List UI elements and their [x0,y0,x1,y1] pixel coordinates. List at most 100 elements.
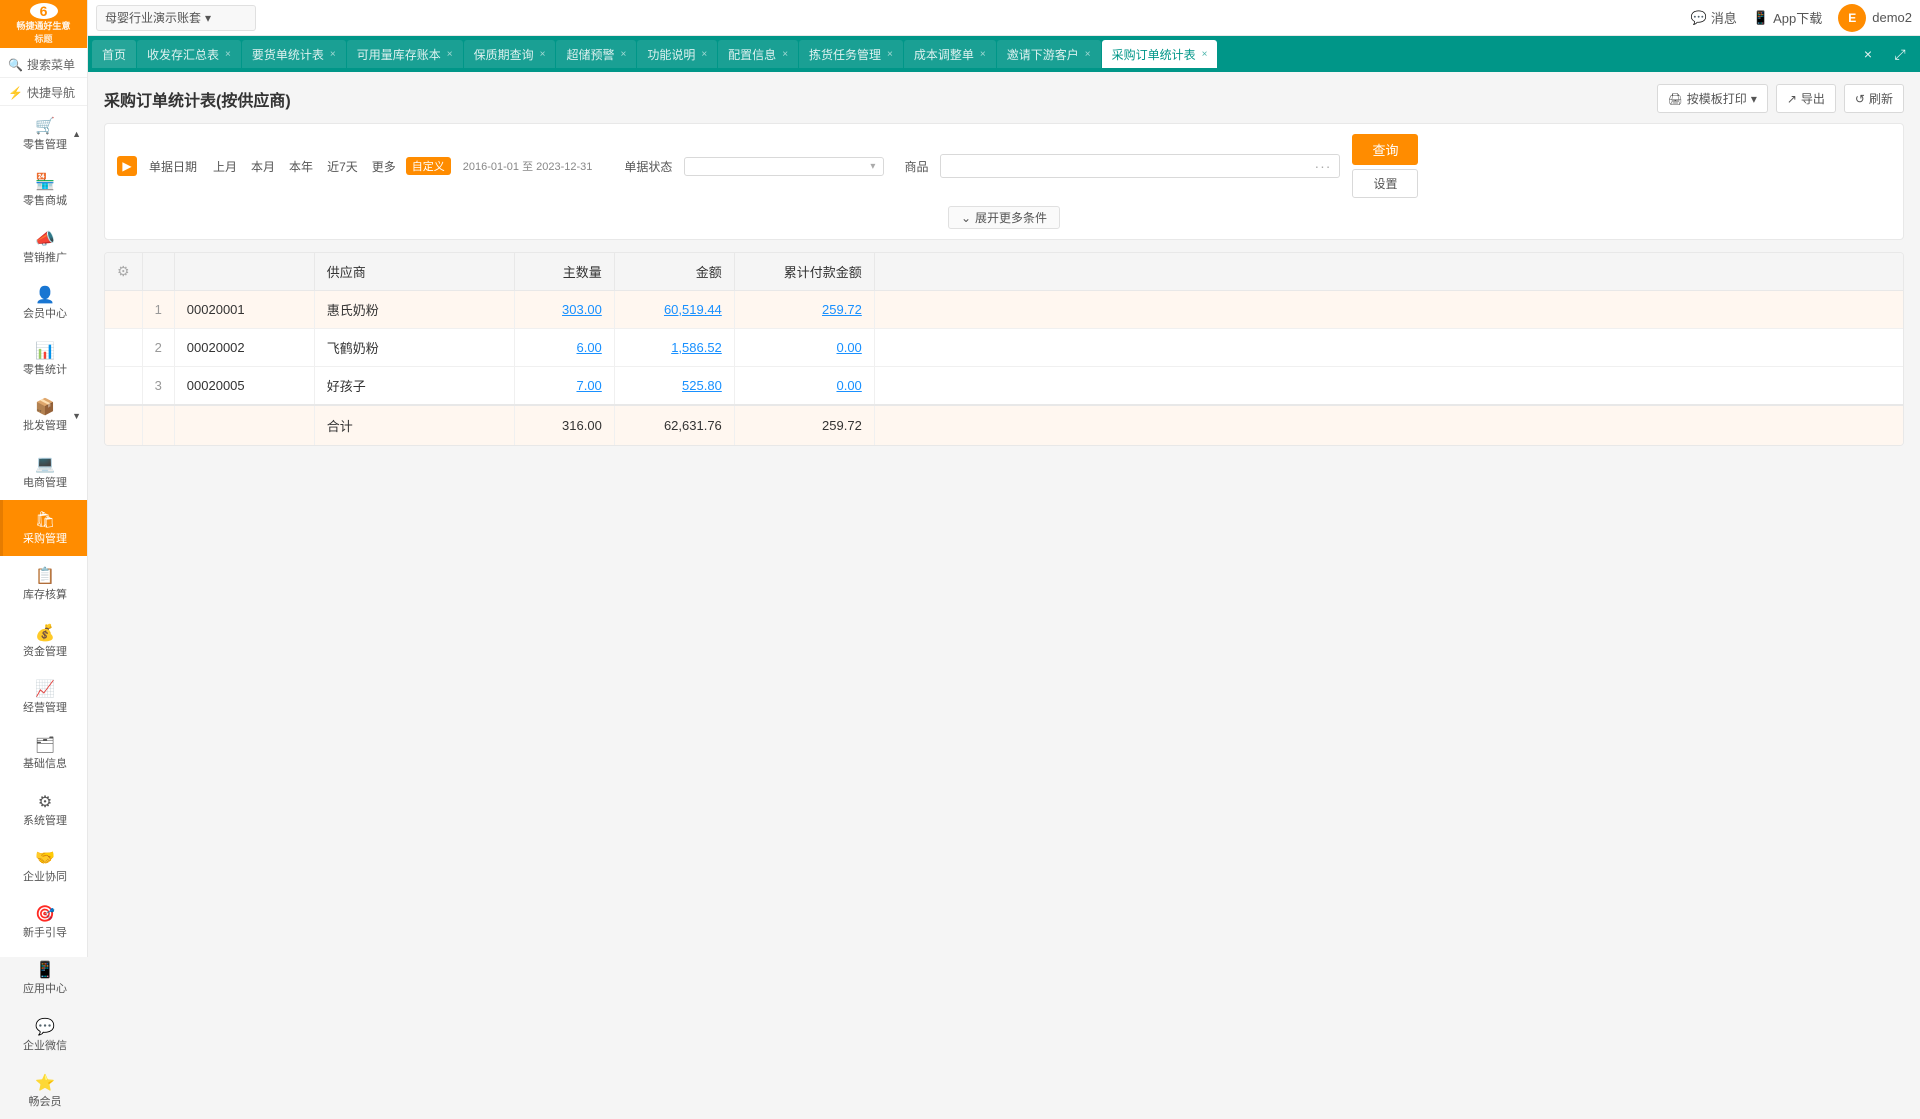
close-icon[interactable]: × [330,49,336,60]
quicknav-label: 快捷导航 [27,84,75,101]
sidebar-item-appstore[interactable]: 📱 应用中心 [0,950,87,1006]
tab-label: 邀请下游客户 [1007,46,1079,63]
sidebar-item-wholesale[interactable]: 📦 批发管理 ▼ [0,387,87,443]
close-icon[interactable]: × [1085,49,1091,60]
sidebar-item-label: 会员中心 [23,307,67,321]
sidebar-item-finance[interactable]: 💰 资金管理 [0,613,87,669]
tab-pick-task[interactable]: 拣货任务管理 × [799,40,903,68]
chevron-down-icon: ▼ [72,411,81,421]
table-cell-paid[interactable]: 0.00 [734,367,874,406]
table-cell-quantity[interactable]: 303.00 [514,291,614,329]
refresh-button[interactable]: ↺ 刷新 [1844,84,1904,113]
sidebar-search[interactable]: 🔍 搜索菜单 [0,48,87,78]
print-button[interactable]: 🖨 按模板打印 ▾ [1657,84,1768,113]
table-settings-column-header[interactable]: ⚙ [105,253,142,291]
close-icon[interactable]: × [540,49,546,60]
tab-available-stock[interactable]: 可用量库存账本 × [347,40,463,68]
table-cell-settings [105,291,142,329]
table-num-column-header [142,253,174,291]
table-cell-quantity[interactable]: 6.00 [514,329,614,367]
close-icon[interactable]: × [782,49,788,60]
close-icon[interactable]: × [225,49,231,60]
last-7-days-button[interactable]: 近7天 [323,157,362,176]
sidebar-item-label: 畅会员 [29,1095,62,1109]
sidebar-item-wechat[interactable]: 💬 企业微信 [0,1007,87,1063]
tab-expiry-query[interactable]: 保质期查询 × [464,40,556,68]
sidebar-item-plus[interactable]: ⭐ 畅会员 [0,1063,87,1119]
table-cell-amount[interactable]: 525.80 [614,367,734,406]
sidebar-item-ecommerce[interactable]: 💻 电商管理 [0,444,87,500]
sidebar-item-purchase[interactable]: 🛍 采购管理 [0,500,87,556]
sidebar-item-newbie[interactable]: 🎯 新手引导 [0,894,87,950]
table-cell-paid[interactable]: 0.00 [734,329,874,367]
close-icon[interactable]: × [620,49,626,60]
more-dates-button[interactable]: 更多 [368,157,400,176]
custom-date-tag[interactable]: 自定义 [406,157,451,175]
refresh-icon: ↺ [1855,92,1865,106]
sidebar-item-system[interactable]: ⚙ 系统管理 [0,782,87,838]
this-year-button[interactable]: 本年 [285,157,317,176]
table-cell-num: 3 [142,367,174,406]
more-icon[interactable]: ··· [1314,158,1331,174]
query-button[interactable]: 查询 [1352,134,1418,165]
newbie-icon: 🎯 [35,904,55,924]
filter-more-row: ⌄ 展开更多条件 [117,206,1891,229]
table-header-row: ⚙ 供应商 主数量 金额 累计付款金额 [105,253,1903,291]
tab-config-info[interactable]: 配置信息 × [718,40,798,68]
content-area: 采购订单统计表(按供应商) 🖨 按模板打印 ▾ ↗ 导出 ↺ 刷新 [88,72,1920,957]
close-all-tabs-button[interactable]: × [1856,42,1880,66]
settings-button[interactable]: 设置 [1352,169,1418,198]
table-cell-quantity[interactable]: 7.00 [514,367,614,406]
basic-icon: 🗂 [35,735,55,755]
table-quantity-column-header: 主数量 [514,253,614,291]
expand-filter-button[interactable]: ⌄ 展开更多条件 [948,206,1060,229]
message-label: 消息 [1711,8,1737,27]
sidebar-item-retail[interactable]: 🛒 零售管理 ▲ [0,106,87,162]
sidebar-item-retail-stats[interactable]: 📊 零售统计 [0,331,87,387]
tab-function-desc[interactable]: 功能说明 × [637,40,717,68]
table-cell-settings [105,329,142,367]
footer-paid: 259.72 [734,405,874,445]
tab-purchase-summary[interactable]: 采购订单统计表 × [1102,40,1218,68]
table-cell-amount[interactable]: 60,519.44 [614,291,734,329]
close-icon[interactable]: × [1202,49,1208,60]
fullscreen-button[interactable]: ⤢ [1888,42,1912,66]
status-filter-select[interactable]: ▾ [684,157,884,176]
tab-home[interactable]: 首页 [92,40,136,68]
header-actions: 🖨 按模板打印 ▾ ↗ 导出 ↺ 刷新 [1657,84,1904,113]
close-icon[interactable]: × [701,49,707,60]
tab-cost-adjust[interactable]: 成本调整单 × [904,40,996,68]
tab-receive-summary[interactable]: 收发存汇总表 × [137,40,241,68]
user-profile[interactable]: E demo2 [1838,4,1912,32]
table-cell-amount[interactable]: 1,586.52 [614,329,734,367]
goods-filter-input[interactable]: ··· [940,154,1340,178]
this-month-button[interactable]: 本月 [247,157,279,176]
close-icon[interactable]: × [447,49,453,60]
app-download-button[interactable]: 📱 App下载 [1753,8,1822,27]
sidebar-quicknav[interactable]: ⚡ 快捷导航 [0,78,87,106]
logo-subtitle: 标题 [34,32,52,45]
settings-icon[interactable]: ⚙ [117,263,130,279]
sidebar-item-member[interactable]: 👤 会员中心 [0,275,87,331]
sidebar-item-label: 营销推广 [23,251,67,265]
breadcrumb[interactable]: 母婴行业演示账套 ▾ [96,5,256,31]
tab-overstock-warning[interactable]: 超储预警 × [556,40,636,68]
last-month-button[interactable]: 上月 [209,157,241,176]
table-cell-num: 2 [142,329,174,367]
sidebar-item-operation[interactable]: 📈 经营管理 [0,669,87,725]
sidebar-item-inventory[interactable]: 📋 库存核算 [0,556,87,612]
sidebar-item-marketing[interactable]: 📣 营销推广 [0,219,87,275]
sidebar-item-basic[interactable]: 🗂 基础信息 [0,725,87,781]
sidebar-item-enterprise[interactable]: 🤝 企业协同 [0,838,87,894]
close-icon[interactable]: × [887,49,893,60]
tab-demand-summary[interactable]: 要货单统计表 × [242,40,346,68]
message-button[interactable]: 💬 消息 [1691,8,1737,27]
sidebar-item-label: 采购管理 [23,532,67,546]
sidebar-item-retail-mall[interactable]: 🏪 零售商城 [0,162,87,218]
date-filter-label: 单据日期 [149,158,197,175]
export-button[interactable]: ↗ 导出 [1776,84,1836,113]
filter-toggle-button[interactable]: ▶ [117,156,137,176]
table-cell-paid[interactable]: 259.72 [734,291,874,329]
close-icon[interactable]: × [980,49,986,60]
tab-invite-customer[interactable]: 邀请下游客户 × [997,40,1101,68]
